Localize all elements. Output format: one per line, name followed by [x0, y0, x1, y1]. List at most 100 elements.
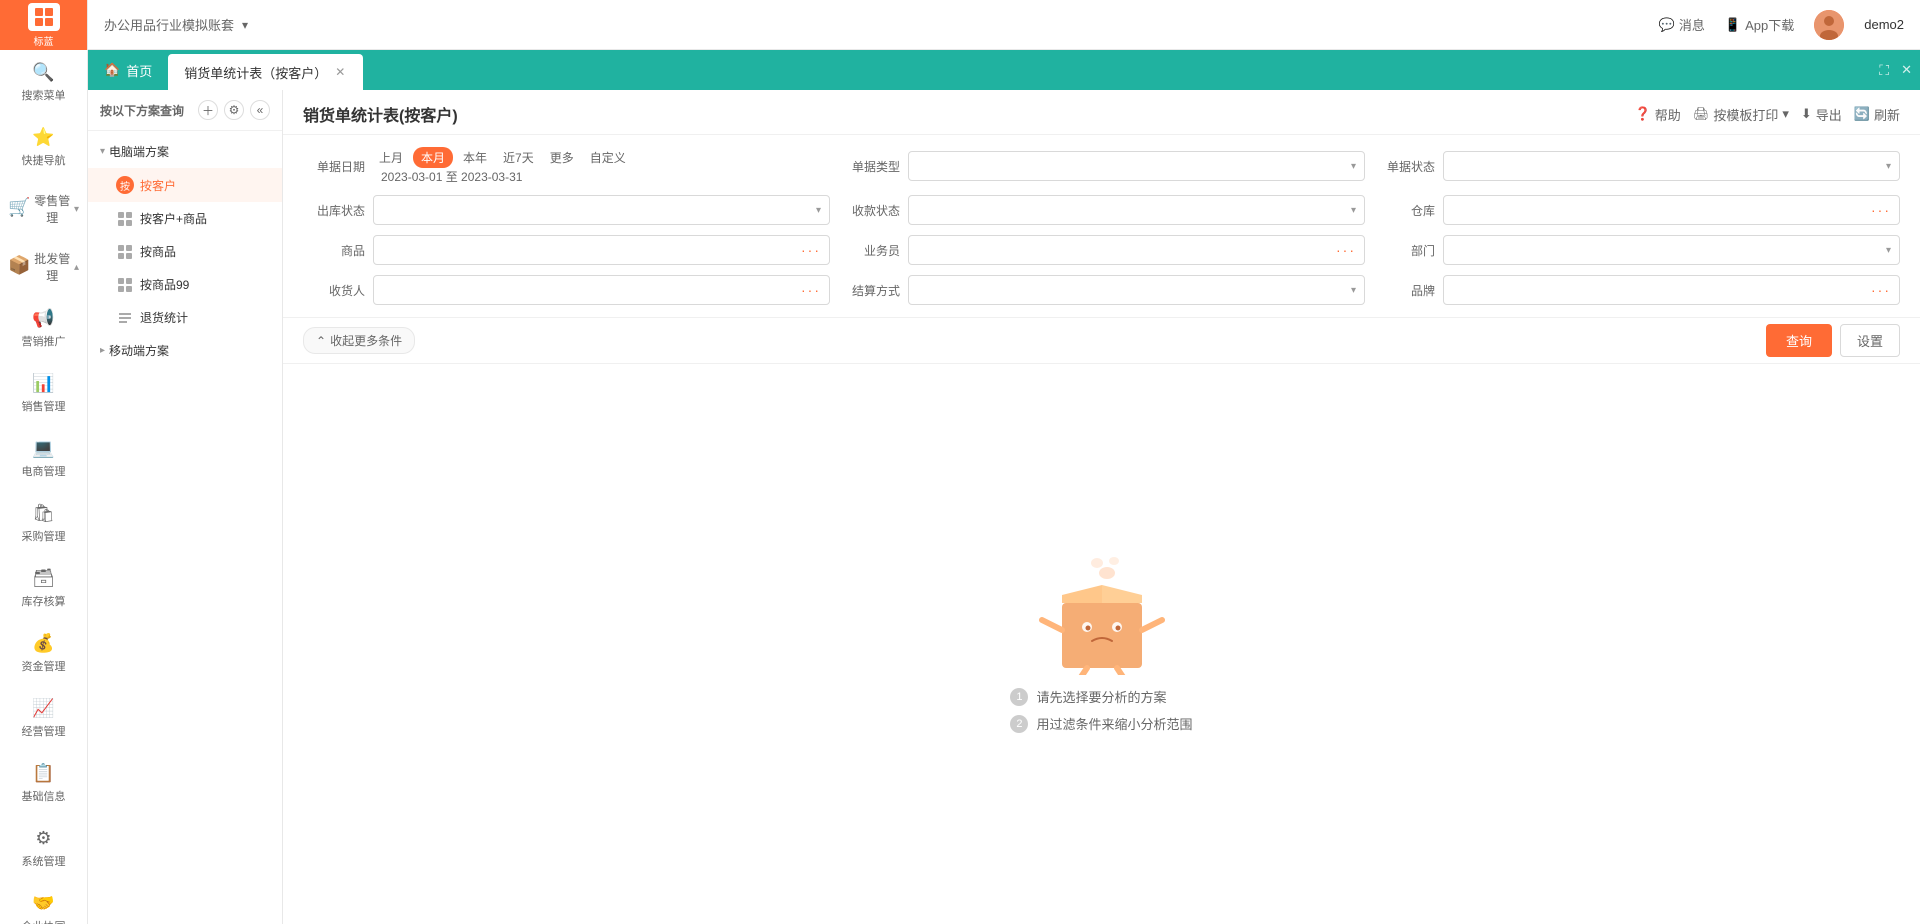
- sidebar-label-sales: 销售管理: [22, 398, 66, 414]
- collect-status-select[interactable]: ▾: [908, 195, 1365, 225]
- sidebar-item-search[interactable]: 🔍 搜索菜单: [0, 50, 87, 115]
- collapse-btn[interactable]: ⌃ 收起更多条件: [303, 327, 415, 354]
- panel-actions: ＋ ⚙ «: [198, 100, 270, 120]
- settle-select[interactable]: ▾: [908, 275, 1365, 305]
- dept-select[interactable]: ▾: [1443, 235, 1900, 265]
- panel-collapse-btn[interactable]: «: [250, 100, 270, 120]
- sidebar-item-ecommerce[interactable]: 💻 电商管理: [0, 426, 87, 491]
- shortcut-last-month[interactable]: 上月: [373, 147, 409, 168]
- panel-add-btn[interactable]: ＋: [198, 100, 218, 120]
- status-select[interactable]: ▾: [1443, 151, 1900, 181]
- scheme-item-by-goods-99[interactable]: 按商品99: [88, 268, 282, 301]
- scheme-item-by-goods[interactable]: 按商品: [88, 235, 282, 268]
- panel-settings-btn[interactable]: ⚙: [224, 100, 244, 120]
- sidebar-item-basic[interactable]: 📋 基础信息: [0, 751, 87, 816]
- receiver-select[interactable]: ···: [373, 275, 830, 305]
- tab-maximize-btn[interactable]: ⛶: [1879, 62, 1889, 79]
- tab-sales-stat[interactable]: 销货单统计表（按客户） ✕: [168, 54, 363, 90]
- collapse-up-icon: ⌃: [316, 334, 326, 348]
- return-stat-label: 退货统计: [140, 309, 188, 326]
- sidebar-item-purchase[interactable]: 🛍 采购管理: [0, 491, 87, 556]
- staff-dots: ···: [1336, 242, 1356, 258]
- sidebar-item-quicknav[interactable]: ⭐ 快捷导航: [0, 115, 87, 180]
- logo-icon: [28, 3, 60, 31]
- filter-settle-cell: 结算方式 ▾: [838, 275, 1365, 305]
- type-select[interactable]: ▾: [908, 151, 1365, 181]
- goods-select[interactable]: ···: [373, 235, 830, 265]
- username[interactable]: demo2: [1864, 17, 1904, 32]
- sidebar-item-marketing[interactable]: 📢 营销推广: [0, 296, 87, 361]
- export-btn[interactable]: ⬇ 导出: [1801, 105, 1842, 124]
- main-area: 办公用品行业模拟账套 ▾ 💬 消息 📱 App下载 demo2: [88, 0, 1920, 924]
- tab-sales-stat-label: 销货单统计表（按客户）: [184, 63, 327, 82]
- empty-text: 1 请先选择要分析的方案 2 用过滤条件来缩小分析范围: [1010, 687, 1192, 733]
- system-icon: ⚙: [35, 828, 51, 849]
- brand-select[interactable]: ···: [1443, 275, 1900, 305]
- tab-window-close-btn[interactable]: ✕: [1901, 62, 1912, 78]
- filter-status-cell: 单据状态 ▾: [1373, 147, 1900, 185]
- shortcut-this-year[interactable]: 本年: [457, 147, 493, 168]
- content-wrapper: 按以下方案查询 ＋ ⚙ « ▾ 电脑端方案 按 按客户: [88, 90, 1920, 924]
- query-btn[interactable]: 查询: [1766, 324, 1832, 357]
- filter-warehouse-cell: 仓库 ···: [1373, 195, 1900, 225]
- scheme-item-by-customer[interactable]: 按 按客户: [88, 168, 282, 202]
- sidebar-item-finance[interactable]: 💰 资金管理: [0, 621, 87, 686]
- sidebar-item-enterprise[interactable]: 🤝 企业协同: [0, 881, 87, 924]
- app-download-icon: 📱: [1725, 17, 1741, 33]
- enterprise-icon: 🤝: [32, 893, 54, 914]
- sidebar-item-wholesale[interactable]: 📦 批发管理 ▴: [0, 238, 87, 296]
- quicknav-icon: ⭐: [32, 127, 54, 148]
- retail-arrow: ▾: [74, 204, 79, 215]
- help-btn[interactable]: ❓ 帮助: [1635, 105, 1681, 124]
- print-icon: 🖨: [1693, 106, 1710, 122]
- settle-arrow: ▾: [1351, 285, 1356, 296]
- tab-home[interactable]: 🏠 首页: [88, 50, 168, 90]
- hint-2-text: 用过滤条件来缩小分析范围: [1036, 714, 1192, 733]
- retail-icon: 🛒: [8, 197, 30, 218]
- scheme-group-desktop-header[interactable]: ▾ 电脑端方案: [88, 135, 282, 168]
- page-title: 销货单统计表(按客户): [303, 102, 458, 126]
- out-status-arrow: ▾: [816, 205, 821, 216]
- filter-brand-cell: 品牌 ···: [1373, 275, 1900, 305]
- app-download-btn[interactable]: 📱 App下载: [1725, 15, 1794, 34]
- shortcut-custom[interactable]: 自定义: [584, 147, 632, 168]
- empty-hint-2: 2 用过滤条件来缩小分析范围: [1010, 714, 1192, 733]
- refresh-icon: 🔄: [1854, 106, 1870, 122]
- settings-btn[interactable]: 设置: [1840, 324, 1900, 357]
- inventory-icon: 🗃: [32, 568, 55, 589]
- tab-close-btn[interactable]: ✕: [333, 63, 347, 81]
- scheme-section: ▾ 电脑端方案 按 按客户 按客户+商品: [88, 131, 282, 371]
- out-status-select[interactable]: ▾: [373, 195, 830, 225]
- dept-arrow: ▾: [1886, 245, 1891, 256]
- finance-icon: 💰: [32, 633, 54, 654]
- print-btn[interactable]: 🖨 按模板打印 ▾: [1693, 105, 1789, 124]
- user-avatar[interactable]: [1814, 10, 1844, 40]
- staff-select[interactable]: ···: [908, 235, 1365, 265]
- refresh-btn[interactable]: 🔄 刷新: [1854, 105, 1900, 124]
- by-goods-99-icon: [116, 277, 134, 293]
- scheme-group-mobile-header[interactable]: ▸ 移动端方案: [88, 334, 282, 367]
- wholesale-arrow: ▴: [74, 262, 79, 273]
- filter-date-cell: 单据日期 上月 本月 本年 近7天 更多 自定义 2023-03-01 至 20…: [303, 147, 830, 185]
- sidebar-item-sales[interactable]: 📊 销售管理: [0, 361, 87, 426]
- staff-label: 业务员: [838, 242, 908, 259]
- warehouse-select[interactable]: ···: [1443, 195, 1900, 225]
- sidebar-item-inventory[interactable]: 🗃 库存核算: [0, 556, 87, 621]
- app-dropdown[interactable]: ▾: [242, 18, 248, 32]
- collect-status-arrow: ▾: [1351, 205, 1356, 216]
- scheme-item-return-stat[interactable]: 退货统计: [88, 301, 282, 334]
- message-btn[interactable]: 💬 消息: [1659, 15, 1705, 34]
- refresh-label: 刷新: [1874, 105, 1900, 124]
- empty-hint-1: 1 请先选择要分析的方案: [1010, 687, 1166, 706]
- sidebar-item-operation[interactable]: 📈 经营管理: [0, 686, 87, 751]
- shortcut-this-month[interactable]: 本月: [413, 147, 453, 168]
- out-status-label: 出库状态: [303, 202, 373, 219]
- header-left: 办公用品行业模拟账套 ▾: [104, 15, 248, 34]
- sidebar-item-system[interactable]: ⚙ 系统管理: [0, 816, 87, 881]
- shortcut-7days[interactable]: 近7天: [497, 147, 540, 168]
- scheme-item-by-customer-goods[interactable]: 按客户+商品: [88, 202, 282, 235]
- left-panel: 按以下方案查询 ＋ ⚙ « ▾ 电脑端方案 按 按客户: [88, 90, 283, 924]
- sidebar-item-retail[interactable]: 🛒 零售管理 ▾: [0, 180, 87, 238]
- shortcut-more[interactable]: 更多: [544, 147, 580, 168]
- logo-area[interactable]: 标蓝: [0, 0, 87, 50]
